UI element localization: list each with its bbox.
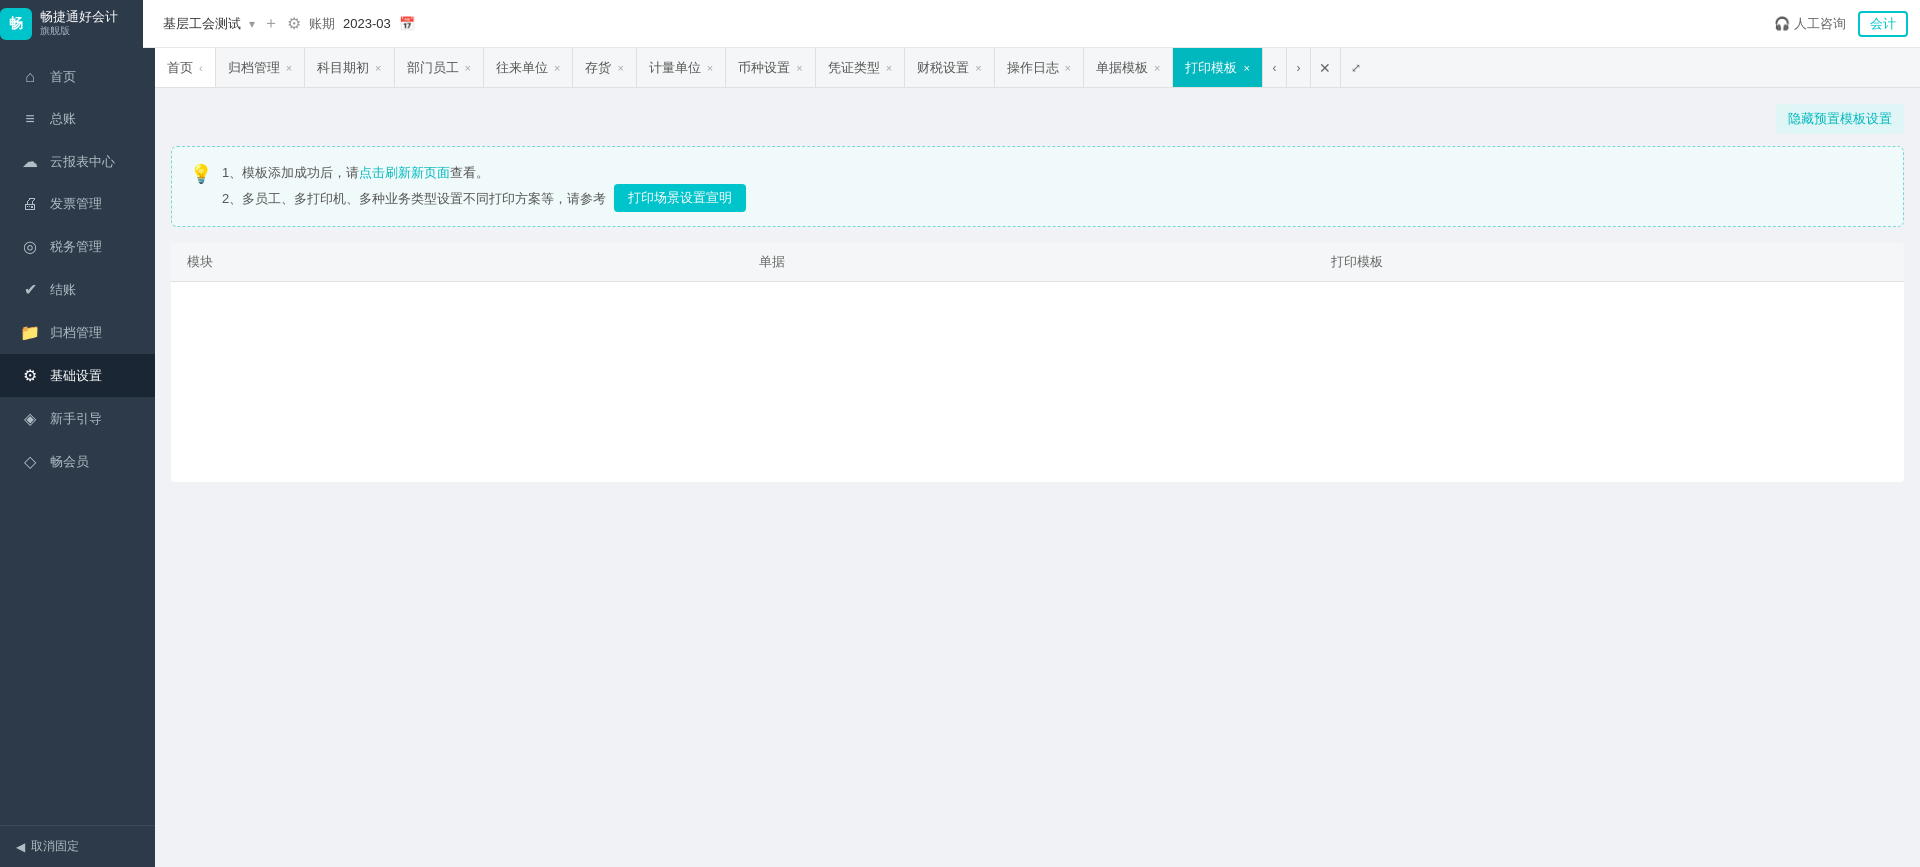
tab-subject-init[interactable]: 科目期初 × — [305, 48, 394, 88]
tab-archive-close-icon[interactable]: × — [286, 62, 292, 74]
sidebar-bottom: ◀ 取消固定 — [0, 825, 155, 867]
guide-icon: ◈ — [20, 409, 40, 428]
tab-dept-close-icon[interactable]: × — [465, 62, 471, 74]
tab-inventory-close-icon[interactable]: × — [617, 62, 623, 74]
tab-oplog-close-icon[interactable]: × — [1065, 62, 1071, 74]
tab-voucher-close-icon[interactable]: × — [886, 62, 892, 74]
content-area: 首页 ‹ 归档管理 × 科目期初 × 部门员工 × 往来单位 — [155, 48, 1920, 867]
tab-tax-close-icon[interactable]: × — [975, 62, 981, 74]
settings-icon[interactable]: ⚙ — [287, 14, 301, 33]
unpin-button[interactable]: ◀ 取消固定 — [16, 838, 139, 855]
closing-icon: ✔ — [20, 280, 40, 299]
tab-counterparty-close-icon[interactable]: × — [554, 62, 560, 74]
sidebar-item-member[interactable]: ◇ 畅会员 — [0, 440, 155, 483]
company-name: 基层工会测试 — [163, 15, 241, 33]
hide-preview-button[interactable]: 隐藏预置模板设置 — [1776, 104, 1904, 134]
tab-unit[interactable]: 计量单位 × — [637, 48, 726, 88]
invoice-icon: 🖨 — [20, 195, 40, 213]
calendar-icon[interactable]: 📅 — [399, 16, 415, 31]
settings-gear-icon: ⚙ — [20, 366, 40, 385]
tab-currency-close-icon[interactable]: × — [796, 62, 802, 74]
member-icon: ◇ — [20, 452, 40, 471]
logo-area: 畅 畅捷通好会计 旗舰版 — [0, 0, 143, 48]
archive-icon: 📁 — [20, 323, 40, 342]
col-header-template: 打印模板 — [1315, 243, 1904, 281]
action-bar: 隐藏预置模板设置 — [171, 104, 1904, 134]
tab-next-button[interactable]: › — [1287, 48, 1311, 88]
header-right: 🎧 人工咨询 会计 — [1774, 11, 1908, 37]
refresh-link[interactable]: 点击刷新新页面 — [359, 165, 450, 180]
tab-operation-log[interactable]: 操作日志 × — [995, 48, 1084, 88]
tax-icon: ◎ — [20, 237, 40, 256]
notice-line1: 1、模板添加成功后，请点击刷新新页面查看。 — [222, 161, 746, 184]
home-icon: ⌂ — [20, 68, 40, 86]
headset-icon: 🎧 — [1774, 16, 1790, 31]
scene-settings-button[interactable]: 打印场景设置宣明 — [614, 184, 746, 212]
company-dropdown-icon[interactable]: ▾ — [249, 17, 255, 31]
col-header-document: 单据 — [743, 243, 1315, 281]
tab-unit-close-icon[interactable]: × — [707, 62, 713, 74]
tab-counterparty[interactable]: 往来单位 × — [484, 48, 573, 88]
tab-document-tpl[interactable]: 单据模板 × — [1084, 48, 1173, 88]
tab-print-tpl[interactable]: 打印模板 × — [1173, 48, 1262, 88]
sidebar-item-ledger[interactable]: ≡ 总账 — [0, 98, 155, 140]
tab-prev-button[interactable]: ‹ — [1263, 48, 1287, 88]
tab-dept-staff[interactable]: 部门员工 × — [395, 48, 484, 88]
sidebar-item-home[interactable]: ⌂ 首页 — [0, 56, 155, 98]
tab-currency[interactable]: 币种设置 × — [726, 48, 815, 88]
notice-box: 💡 1、模板添加成功后，请点击刷新新页面查看。 2、多员工、多打印机、多种业务类… — [171, 146, 1904, 227]
table-header: 模块 单据 打印模板 — [171, 243, 1904, 282]
tab-home-nav-icon: ‹ — [199, 62, 203, 74]
logo-icon: 畅 — [0, 8, 32, 40]
notice-bulb-icon: 💡 — [190, 163, 212, 185]
notice-line2: 2、多员工、多打印机、多种业务类型设置不同打印方案等，请参考 打印场景设置宣明 — [222, 184, 746, 212]
service-button[interactable]: 🎧 人工咨询 — [1774, 15, 1846, 33]
data-table: 模块 单据 打印模板 — [171, 243, 1904, 482]
tab-close-all-button[interactable]: ✕ — [1311, 48, 1341, 88]
sidebar: ⌂ 首页 ≡ 总账 ☁ 云报表中心 🖨 发票管理 ◎ 税务管理 ✔ 结账 — [0, 48, 155, 867]
reports-icon: ☁ — [20, 152, 40, 171]
sidebar-item-tax[interactable]: ◎ 税务管理 — [0, 225, 155, 268]
tab-bar: 首页 ‹ 归档管理 × 科目期初 × 部门员工 × 往来单位 — [155, 48, 1920, 88]
unpin-icon: ◀ — [16, 840, 25, 854]
period-label: 账期 — [309, 15, 335, 33]
app-sub: 旗舰版 — [40, 24, 118, 38]
tab-inventory[interactable]: 存货 × — [573, 48, 636, 88]
col-header-module: 模块 — [171, 243, 743, 281]
tab-printtpl-close-icon[interactable]: × — [1243, 62, 1249, 74]
sidebar-item-closing[interactable]: ✔ 结账 — [0, 268, 155, 311]
sidebar-item-settings[interactable]: ⚙ 基础设置 — [0, 354, 155, 397]
tab-archive-mgmt[interactable]: 归档管理 × — [216, 48, 305, 88]
notice-content: 1、模板添加成功后，请点击刷新新页面查看。 2、多员工、多打印机、多种业务类型设… — [222, 161, 746, 212]
tab-tax-settings[interactable]: 财税设置 × — [905, 48, 994, 88]
tab-expand-button[interactable]: ⤢ — [1341, 48, 1371, 88]
tab-home[interactable]: 首页 ‹ — [155, 48, 216, 88]
tab-subject-close-icon[interactable]: × — [375, 62, 381, 74]
table-body — [171, 282, 1904, 482]
sidebar-item-reports[interactable]: ☁ 云报表中心 — [0, 140, 155, 183]
page-content: 隐藏预置模板设置 💡 1、模板添加成功后，请点击刷新新页面查看。 2、多员工、多… — [155, 88, 1920, 867]
sidebar-item-guide[interactable]: ◈ 新手引导 — [0, 397, 155, 440]
period-value: 2023-03 — [343, 16, 391, 31]
ledger-icon: ≡ — [20, 110, 40, 128]
app-name: 畅捷通好会计 — [40, 9, 118, 25]
add-tab-button[interactable]: ＋ — [263, 13, 279, 34]
sidebar-item-archive[interactable]: 📁 归档管理 — [0, 311, 155, 354]
tab-doctpl-close-icon[interactable]: × — [1154, 62, 1160, 74]
kuaiji-button[interactable]: 会计 — [1858, 11, 1908, 37]
sidebar-item-invoice[interactable]: 🖨 发票管理 — [0, 183, 155, 225]
tab-voucher-type[interactable]: 凭证类型 × — [816, 48, 905, 88]
